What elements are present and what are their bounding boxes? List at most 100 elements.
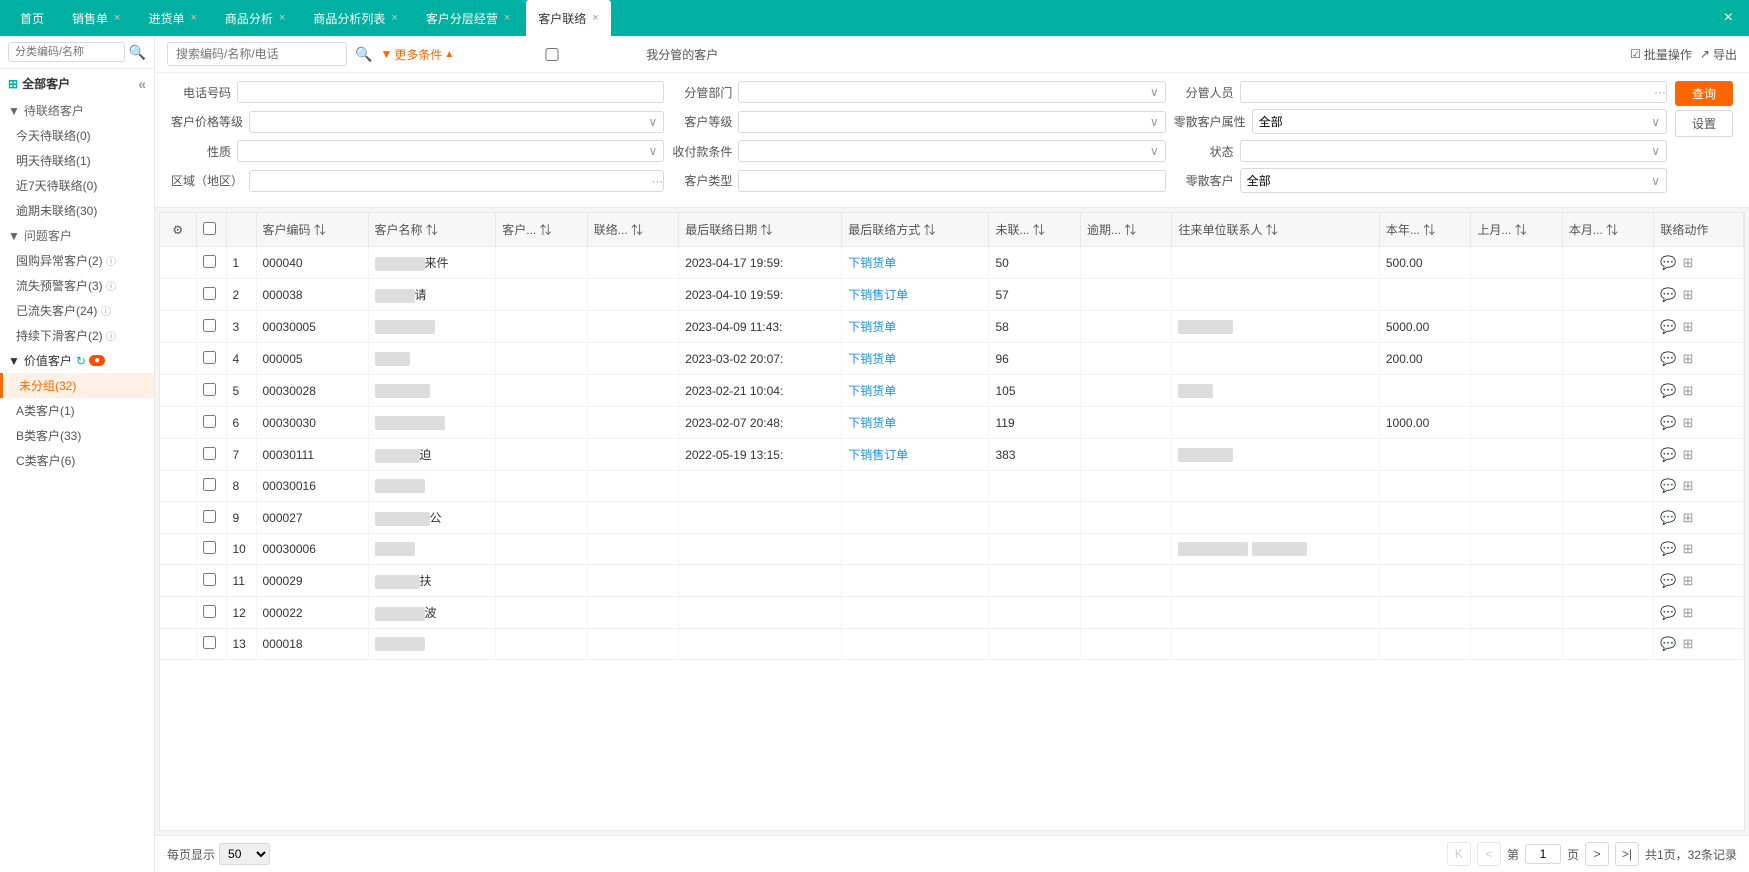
contact-grid-icon[interactable]: ⊞	[1683, 510, 1694, 526]
retail-select[interactable]: 全部 ∨	[1240, 168, 1667, 193]
checkbox-cell[interactable]	[196, 311, 226, 343]
sidebar-item-class-c[interactable]: C类客户(6)	[0, 448, 154, 473]
contact-chat-icon[interactable]: 💬	[1660, 510, 1676, 526]
next-page-button[interactable]: >	[1585, 842, 1609, 866]
contact-grid-icon[interactable]: ⊞	[1683, 319, 1694, 335]
contact-way-link[interactable]: 下销售订单	[848, 448, 908, 462]
last-contact-way-cell[interactable]	[842, 471, 989, 502]
name-col-header[interactable]: 客户名称 ⇅	[368, 213, 496, 247]
category-search-input[interactable]	[8, 42, 125, 62]
row-checkbox[interactable]	[203, 383, 216, 396]
sidebar-item-churn-warning[interactable]: 流失预警客户(3) ⓘ	[0, 273, 154, 298]
nav-sales[interactable]: 销售单 ×	[60, 0, 132, 36]
checkbox-cell[interactable]	[196, 343, 226, 375]
last-page-button[interactable]: >|	[1615, 842, 1639, 866]
contact-grid-icon[interactable]: ⊞	[1683, 351, 1694, 367]
sidebar-item-declining[interactable]: 持续下滑客户(2) ⓘ	[0, 323, 154, 348]
close-icon[interactable]: ×	[114, 12, 120, 24]
sidebar-item-class-b[interactable]: B类客户(33)	[0, 423, 154, 448]
contact-chat-icon[interactable]: 💬	[1660, 383, 1676, 399]
last-contact-way-cell[interactable]	[842, 629, 989, 660]
my-customers-checkbox[interactable]: 我分管的客户	[462, 46, 718, 63]
last-contact-way-cell[interactable]: 下销货单	[842, 407, 989, 439]
status-select[interactable]: ∨	[1240, 140, 1667, 162]
section-pending-contact[interactable]: ▼ 待联络客户	[0, 98, 154, 123]
last-contact-way-cell[interactable]	[842, 502, 989, 534]
checkbox-cell[interactable]	[196, 375, 226, 407]
refresh-icon[interactable]: ↻	[76, 354, 86, 368]
collapse-icon[interactable]: «	[138, 76, 146, 92]
checkbox-cell[interactable]	[196, 597, 226, 629]
code-col-header[interactable]: 客户编码 ⇅	[256, 213, 368, 247]
last-contact-way-cell[interactable]	[842, 534, 989, 565]
contact-grid-icon[interactable]: ⊞	[1683, 415, 1694, 431]
this-month-col-header[interactable]: 本月... ⇅	[1562, 213, 1653, 247]
last-contact-date-col-header[interactable]: 最后联络日期 ⇅	[679, 213, 842, 247]
sidebar-item-7day-pending[interactable]: 近7天待联络(0)	[0, 173, 154, 198]
checkbox-cell[interactable]	[196, 502, 226, 534]
last-month-col-header[interactable]: 上月... ⇅	[1471, 213, 1562, 247]
contact-chat-icon[interactable]: 💬	[1660, 541, 1676, 557]
row-checkbox[interactable]	[203, 478, 216, 491]
checkbox-cell[interactable]	[196, 279, 226, 311]
contact-chat-icon[interactable]: 💬	[1660, 319, 1676, 335]
last-contact-way-cell[interactable]	[842, 597, 989, 629]
row-checkbox[interactable]	[203, 415, 216, 428]
unit-contact-col-header[interactable]: 往来单位联系人 ⇅	[1172, 213, 1379, 247]
prev-page-button[interactable]: <	[1477, 842, 1501, 866]
more-conditions-button[interactable]: ▼ 更多条件 ▲	[380, 46, 454, 63]
checkbox-cell[interactable]	[196, 565, 226, 597]
select-all-checkbox[interactable]	[203, 222, 216, 235]
contact-chat-icon[interactable]: 💬	[1660, 447, 1676, 463]
region-input[interactable]	[250, 171, 651, 191]
last-contact-way-cell[interactable]: 下销货单	[842, 343, 989, 375]
close-icon[interactable]: ×	[592, 12, 598, 24]
row-checkbox[interactable]	[203, 287, 216, 300]
contact-way-link[interactable]: 下销售订单	[848, 288, 908, 302]
nav-product-analysis[interactable]: 商品分析 ×	[213, 0, 297, 36]
my-customers-check[interactable]	[462, 48, 642, 61]
row-checkbox[interactable]	[203, 447, 216, 460]
overdue-col-header[interactable]: 逾期... ⇅	[1080, 213, 1171, 247]
sidebar-item-unclassified[interactable]: 未分组(32)	[0, 373, 154, 398]
contact-chat-icon[interactable]: 💬	[1660, 255, 1676, 271]
close-icon[interactable]: ×	[279, 12, 285, 24]
contact-chat-icon[interactable]: 💬	[1660, 478, 1676, 494]
row-checkbox[interactable]	[203, 573, 216, 586]
contact-col-header[interactable]: 联络... ⇅	[587, 213, 678, 247]
sidebar-item-tomorrow-pending[interactable]: 明天待联络(1)	[0, 148, 154, 173]
more-icon[interactable]: ···	[1654, 85, 1666, 99]
last-contact-way-cell[interactable]: 下销货单	[842, 247, 989, 279]
customer-type-input[interactable]	[738, 170, 1165, 192]
section-problem-customers[interactable]: ▼ 问题客户	[0, 223, 154, 248]
row-checkbox[interactable]	[203, 636, 216, 649]
contact-grid-icon[interactable]: ⊞	[1683, 255, 1694, 271]
last-contact-way-col-header[interactable]: 最后联络方式 ⇅	[842, 213, 989, 247]
checkbox-cell[interactable]	[196, 439, 226, 471]
search-icon[interactable]: 🔍	[129, 44, 146, 61]
contact-chat-icon[interactable]: 💬	[1660, 287, 1676, 303]
last-contact-way-cell[interactable]: 下销货单	[842, 375, 989, 407]
checkbox-cell[interactable]	[196, 407, 226, 439]
checkbox-col-header[interactable]	[196, 213, 226, 247]
retail-attr-select[interactable]: 全部 ∨	[1252, 109, 1667, 134]
last-contact-way-cell[interactable]: 下销售订单	[842, 439, 989, 471]
settings-col-header[interactable]: ⚙	[160, 213, 196, 247]
sidebar-item-abnormal[interactable]: 囤购异常客户(2) ⓘ	[0, 248, 154, 273]
contact-grid-icon[interactable]: ⊞	[1683, 541, 1694, 557]
contact-chat-icon[interactable]: 💬	[1660, 415, 1676, 431]
sidebar-item-overdue-contact[interactable]: 逾期未联络(30)	[0, 198, 154, 223]
contact-grid-icon[interactable]: ⊞	[1683, 636, 1694, 652]
contact-chat-icon[interactable]: 💬	[1660, 636, 1676, 652]
sidebar-item-today-pending[interactable]: 今天待联络(0)	[0, 123, 154, 148]
row-checkbox[interactable]	[203, 541, 216, 554]
export-button[interactable]: ↗ 导出	[1700, 46, 1737, 63]
search-input[interactable]	[167, 42, 347, 66]
first-page-button[interactable]: K	[1447, 842, 1471, 866]
checkbox-cell[interactable]	[196, 629, 226, 660]
all-customers-header[interactable]: ⊞ 全部客户 «	[0, 69, 154, 98]
checkbox-cell[interactable]	[196, 534, 226, 565]
contact-grid-icon[interactable]: ⊞	[1683, 447, 1694, 463]
person-input[interactable]	[1241, 82, 1654, 102]
section-value-customers[interactable]: ▼ 价值客户 ↻ ●	[0, 348, 154, 373]
